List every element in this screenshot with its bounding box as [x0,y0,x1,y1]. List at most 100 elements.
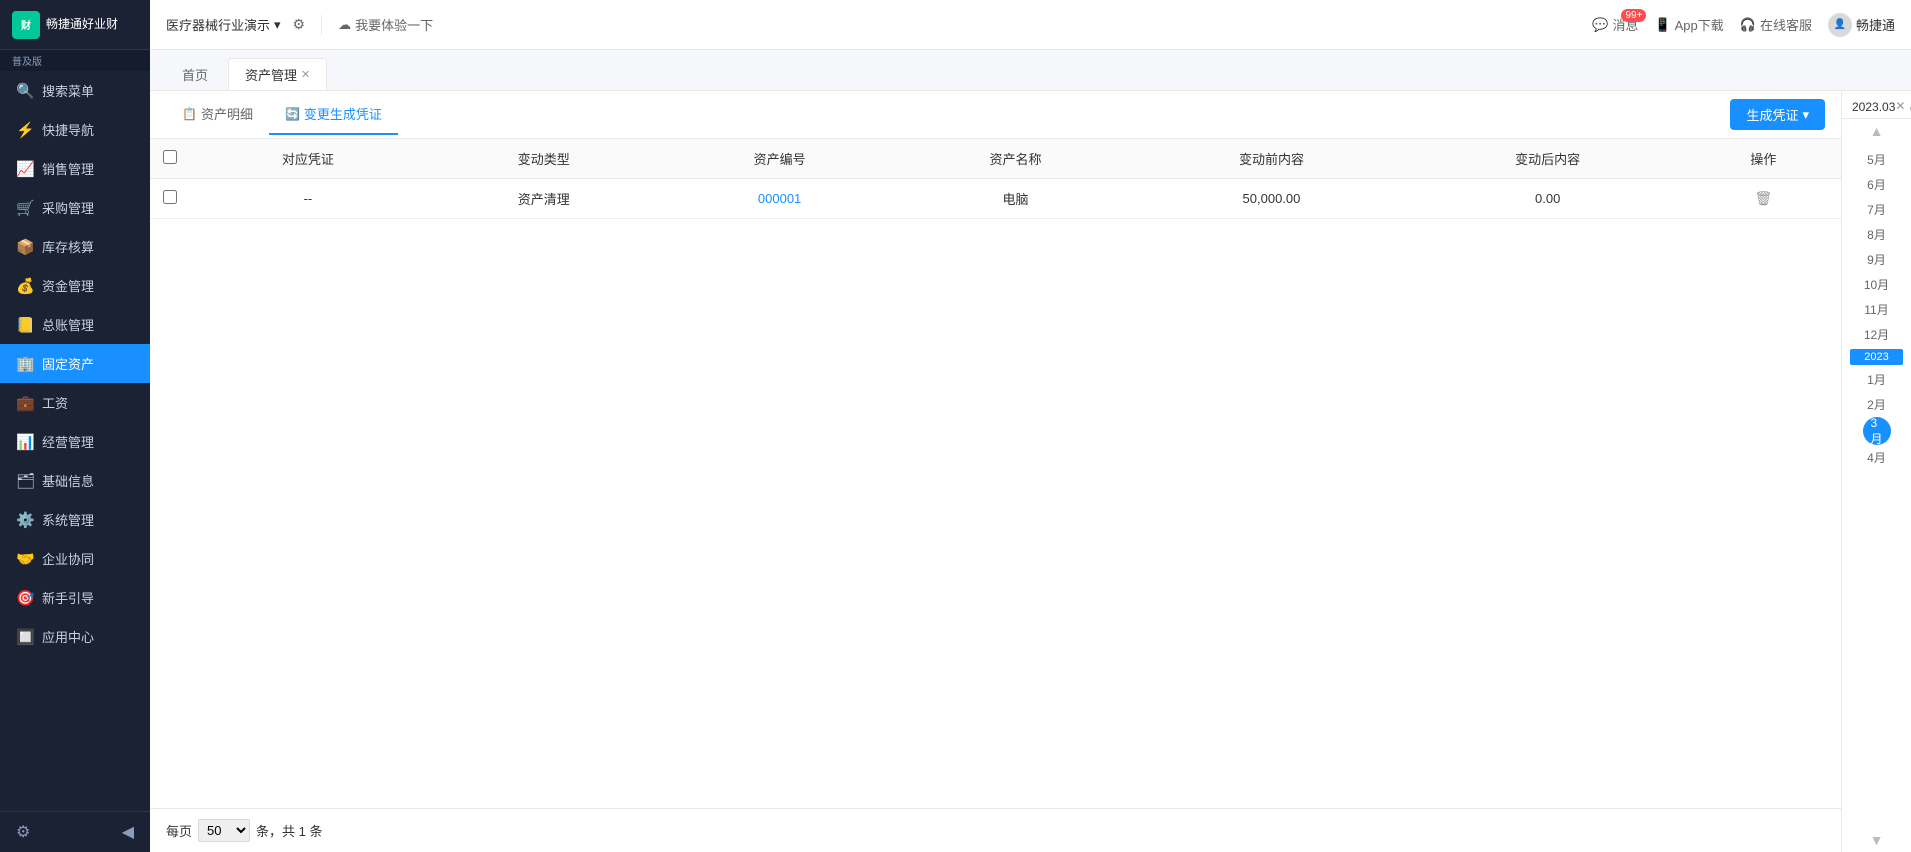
nav-icon: 🏢 [16,355,34,373]
timeline-scroll-up[interactable]: ▲ [1842,119,1911,143]
row-asset-no: 000001 [662,179,898,219]
month-1月[interactable]: 1月 [1842,367,1911,392]
month-7月[interactable]: 7月 [1842,197,1911,222]
nav-label: 工资 [42,393,68,412]
message-badge: 99+ [1621,9,1646,22]
month-11月[interactable]: 11月 [1842,297,1911,322]
feedback-btn[interactable]: ☁ 我要体验一下 [338,15,433,34]
nav-label: 库存核算 [42,237,94,256]
month-8月[interactable]: 8月 [1842,222,1911,247]
sidebar-item-新手引导[interactable]: 🎯 新手引导 [0,578,150,617]
company-name: 医疗器械行业演示 [166,15,270,34]
sidebar-logo: 财 畅捷通好业财 [0,0,150,50]
nav-label: 企业协同 [42,549,94,568]
topbar: 医疗器械行业演示 ▾ ⚙ ☁ 我要体验一下 💬 消息 99+ 📱 App下载 🎧… [150,0,1911,50]
generate-btn-area: 生成凭证 ▾ [1730,91,1825,138]
select-all-checkbox[interactable] [163,150,177,164]
sidebar-item-工资[interactable]: 💼工资 [0,383,150,422]
col-asset-name: 资产名称 [898,139,1134,179]
nav-label: 总账管理 [42,315,94,334]
per-page-label: 每页 [166,821,192,840]
delete-icon[interactable]: 🗑 [1754,190,1772,206]
sidebar-item-资金管理[interactable]: 💰资金管理 [0,266,150,305]
collapse-icon[interactable]: ◀ [122,822,134,842]
sidebar-item-应用中心[interactable]: 🔲 应用中心 [0,617,150,656]
month-2月[interactable]: 2月 [1842,392,1911,417]
col-after: 变动后内容 [1410,139,1686,179]
nav-icon: 🔍 [16,82,34,100]
company-dropdown-icon: ▾ [274,17,281,33]
table-body: -- 资产清理 000001 电脑 50,000.00 0.00 🗑 [150,179,1841,219]
nav-icon: 🗂 [16,472,34,490]
nav-label: 快捷导航 [42,120,94,139]
inner-tab-变更生成凭证[interactable]: 🔄变更生成凭证 [269,94,398,135]
inner-tab-icon: 📋 [182,107,197,121]
message-btn[interactable]: 💬 消息 99+ [1592,15,1638,34]
sidebar-item-企业协同[interactable]: 🤝企业协同 [0,539,150,578]
nav-label: 固定资产 [42,354,94,373]
content-main: 📋资产明细🔄变更生成凭证 生成凭证 ▾ 对应凭证 [150,91,1841,852]
row-after: 0.00 [1410,179,1686,219]
per-page-select[interactable]: 102050100 [198,819,250,842]
inner-tab-资产明细[interactable]: 📋资产明细 [166,94,269,135]
month-9月[interactable]: 9月 [1842,247,1911,272]
topbar-right: 💬 消息 99+ 📱 App下载 🎧 在线客服 👤 畅捷通 [1592,13,1895,37]
total-text: 条，共 1 条 [256,821,322,840]
sidebar-item-快捷导航[interactable]: ⚡ 快捷导航 [0,110,150,149]
select-all-cell [150,139,190,179]
table-row: -- 资产清理 000001 电脑 50,000.00 0.00 🗑 [150,179,1841,219]
nav-label: 资金管理 [42,276,94,295]
sidebar-item-库存核算[interactable]: 📦库存核算 [0,227,150,266]
row-checkbox[interactable] [163,190,177,204]
month-10月[interactable]: 10月 [1842,272,1911,297]
nav-label: 销售管理 [42,159,94,178]
timeline-panel: 2023.03 ✕ ⤢ ▲ 5月6月7月8月9月10月11月12月20231月2… [1841,91,1911,852]
col-voucher: 对应凭证 [190,139,426,179]
tab-label: 资产管理 [245,65,297,84]
settings-gear-icon[interactable]: ⚙ [293,16,306,33]
nav-label: 系统管理 [42,510,94,529]
month-12月[interactable]: 12月 [1842,322,1911,347]
timeline-close-btn[interactable]: ✕ [1895,99,1905,114]
nav-icon: 🔲 [16,628,34,646]
logo-icon: 财 [12,11,40,39]
settings-icon[interactable]: ⚙ [16,822,30,842]
nav-icon: ⚙️ [16,511,34,529]
month-6月[interactable]: 6月 [1842,172,1911,197]
user-profile[interactable]: 👤 畅捷通 [1828,13,1895,37]
timeline-controls: ✕ ⤢ [1895,99,1911,114]
tab-资产管理[interactable]: 资产管理 ✕ [228,58,327,90]
month-3月[interactable]: 3月 [1863,417,1891,445]
nav-icon: 📊 [16,433,34,451]
nav-icon: ⚡ [16,121,34,139]
timeline-scroll-down[interactable]: ▼ [1842,828,1911,852]
sidebar-item-搜索菜单[interactable]: 🔍搜索菜单 [0,71,150,110]
sidebar-item-销售管理[interactable]: 📈销售管理 [0,149,150,188]
nav-label: 应用中心 [42,627,94,646]
inner-tabs: 📋资产明细🔄变更生成凭证 生成凭证 ▾ [150,91,1841,139]
col-action: 操作 [1686,139,1841,179]
col-asset-no: 资产编号 [662,139,898,179]
nav-label: 经营管理 [42,432,94,451]
customer-service-btn[interactable]: 🎧 在线客服 [1740,15,1812,34]
sidebar-item-固定资产[interactable]: 🏢 固定资产 [0,344,150,383]
company-selector[interactable]: 医疗器械行业演示 ▾ [166,15,281,34]
month-5月[interactable]: 5月 [1842,147,1911,172]
month-4月[interactable]: 4月 [1842,445,1911,470]
nav-icon: 🎯 [16,589,34,607]
table-wrap: 对应凭证 变动类型 资产编号 资产名称 变动前内容 变动后内容 操作 -- 资产… [150,139,1841,808]
generate-voucher-button[interactable]: 生成凭证 ▾ [1730,99,1825,130]
sidebar-item-总账管理[interactable]: 📒总账管理 [0,305,150,344]
tabbar: 首页 资产管理 ✕ [150,50,1911,91]
sidebar-item-基础信息[interactable]: 🗂基础信息 [0,461,150,500]
nav-label: 新手引导 [42,588,94,607]
sidebar-item-经营管理[interactable]: 📊 经营管理 [0,422,150,461]
edition-label: 普及版 [0,50,150,71]
sidebar-item-系统管理[interactable]: ⚙️ 系统管理 [0,500,150,539]
timeline-header-row: 2023.03 ✕ ⤢ [1842,91,1911,119]
sidebar-item-采购管理[interactable]: 🛒采购管理 [0,188,150,227]
tab-首页[interactable]: 首页 [166,59,224,90]
app-download-btn[interactable]: 📱 App下载 [1654,15,1723,34]
row-voucher: -- [190,179,426,219]
tab-close-icon[interactable]: ✕ [301,68,310,81]
